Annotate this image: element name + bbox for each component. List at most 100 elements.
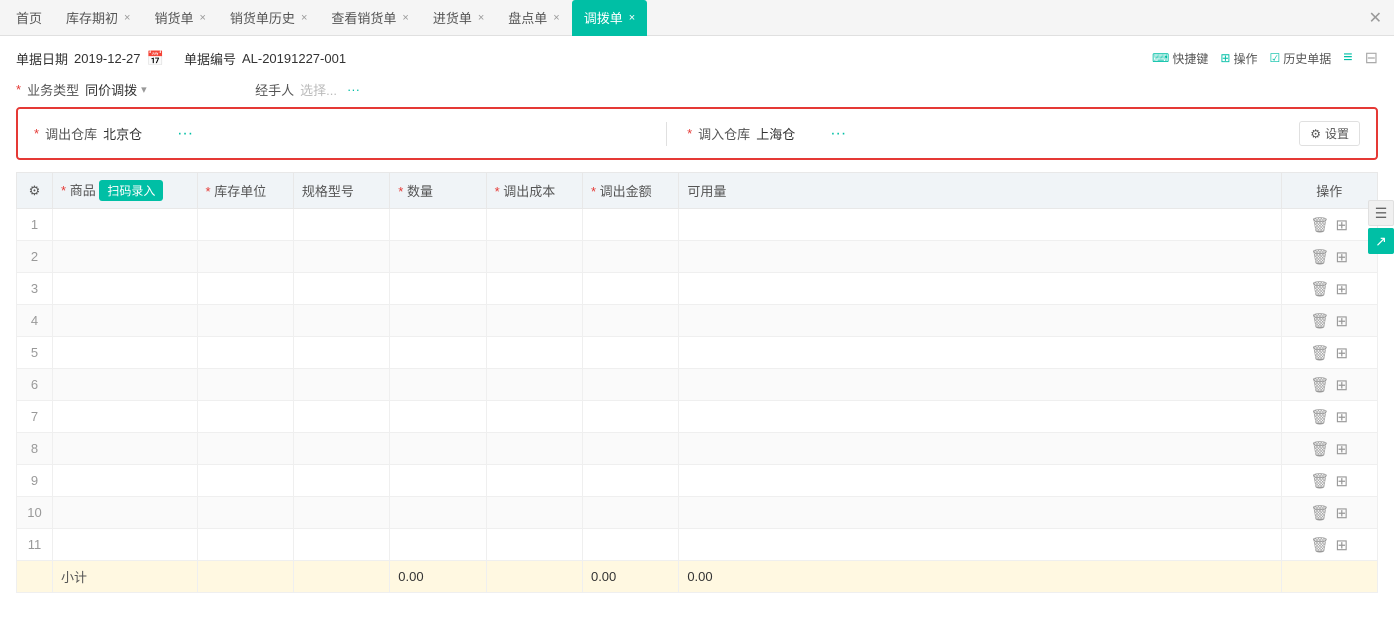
amount-cell[interactable]: [582, 529, 678, 561]
cost-cell[interactable]: [486, 241, 582, 273]
delete-icon[interactable]: 🗑: [1310, 504, 1329, 522]
spec-cell[interactable]: [293, 241, 389, 273]
copy-icon[interactable]: ⊞: [1336, 248, 1349, 266]
copy-icon[interactable]: ⊞: [1336, 472, 1349, 490]
cost-cell[interactable]: [486, 433, 582, 465]
product-cell[interactable]: [53, 465, 198, 497]
qty-cell[interactable]: [390, 337, 486, 369]
qty-cell[interactable]: [390, 209, 486, 241]
history-button[interactable]: ☑ 历史单据: [1269, 50, 1331, 67]
qty-cell[interactable]: [390, 401, 486, 433]
product-cell[interactable]: [53, 273, 198, 305]
available-cell[interactable]: [679, 369, 1281, 401]
product-cell[interactable]: [53, 305, 198, 337]
copy-icon[interactable]: ⊞: [1336, 536, 1349, 554]
spec-cell[interactable]: [293, 305, 389, 337]
unit-cell[interactable]: [197, 465, 293, 497]
close-icon[interactable]: ×: [478, 12, 484, 24]
delete-icon[interactable]: 🗑: [1310, 248, 1329, 266]
copy-icon[interactable]: ⊞: [1336, 440, 1349, 458]
amount-cell[interactable]: [582, 497, 678, 529]
copy-icon[interactable]: ⊞: [1336, 280, 1349, 298]
product-cell[interactable]: [53, 241, 198, 273]
cost-cell[interactable]: [486, 337, 582, 369]
window-close-button[interactable]: ✕: [1361, 8, 1390, 28]
tab-inventory-init[interactable]: 库存期初 ×: [54, 0, 142, 36]
spec-cell[interactable]: [293, 401, 389, 433]
person-placeholder[interactable]: 选择...: [300, 80, 337, 99]
tab-inventory-check[interactable]: 盘点单 ×: [496, 0, 571, 36]
operation-button[interactable]: ⊞ 操作: [1220, 50, 1257, 67]
unit-cell[interactable]: [197, 497, 293, 529]
tab-sales-history[interactable]: 销货单历史 ×: [218, 0, 319, 36]
scan-button[interactable]: 扫码录入: [99, 180, 163, 201]
spec-cell[interactable]: [293, 337, 389, 369]
cost-cell[interactable]: [486, 529, 582, 561]
product-cell[interactable]: [53, 209, 198, 241]
person-dots-icon[interactable]: ···: [347, 82, 360, 97]
unit-cell[interactable]: [197, 529, 293, 561]
unit-cell[interactable]: [197, 337, 293, 369]
biz-type-select[interactable]: 同价调拨 ▾: [85, 80, 185, 99]
delete-icon[interactable]: 🗑: [1310, 536, 1329, 554]
available-cell[interactable]: [679, 433, 1281, 465]
layout-toggle-button[interactable]: ≡: [1343, 49, 1352, 67]
amount-cell[interactable]: [582, 433, 678, 465]
amount-cell[interactable]: [582, 465, 678, 497]
right-panel-expand-button[interactable]: ↗: [1368, 228, 1394, 254]
amount-cell[interactable]: [582, 305, 678, 337]
copy-icon[interactable]: ⊞: [1336, 408, 1349, 426]
tab-transfer-order[interactable]: 调拨单 ×: [572, 0, 647, 36]
cost-cell[interactable]: [486, 465, 582, 497]
product-cell[interactable]: [53, 369, 198, 401]
close-icon[interactable]: ×: [301, 12, 307, 24]
shortcut-key-button[interactable]: ⌨ 快捷键: [1152, 50, 1208, 67]
unit-cell[interactable]: [197, 305, 293, 337]
tab-sales-order[interactable]: 销货单 ×: [142, 0, 217, 36]
amount-cell[interactable]: [582, 337, 678, 369]
amount-cell[interactable]: [582, 209, 678, 241]
available-cell[interactable]: [679, 465, 1281, 497]
tab-purchase-order[interactable]: 进货单 ×: [421, 0, 496, 36]
product-cell[interactable]: [53, 433, 198, 465]
close-icon[interactable]: ×: [553, 12, 559, 24]
delete-icon[interactable]: 🗑: [1310, 376, 1329, 394]
unit-cell[interactable]: [197, 401, 293, 433]
amount-cell[interactable]: [582, 401, 678, 433]
copy-icon[interactable]: ⊞: [1336, 344, 1349, 362]
col-gear[interactable]: ⚙: [17, 173, 53, 209]
close-icon[interactable]: ×: [199, 12, 205, 24]
unit-cell[interactable]: [197, 433, 293, 465]
amount-cell[interactable]: [582, 273, 678, 305]
available-cell[interactable]: [679, 241, 1281, 273]
target-warehouse-dots-icon[interactable]: ···: [830, 125, 846, 143]
delete-icon[interactable]: 🗑: [1310, 472, 1329, 490]
spec-cell[interactable]: [293, 433, 389, 465]
cost-cell[interactable]: [486, 369, 582, 401]
settings-button[interactable]: ⚙ 设置: [1299, 121, 1360, 146]
cost-cell[interactable]: [486, 209, 582, 241]
close-icon[interactable]: ×: [629, 12, 635, 24]
spec-cell[interactable]: [293, 369, 389, 401]
qty-cell[interactable]: [390, 529, 486, 561]
copy-icon[interactable]: ⊞: [1336, 216, 1349, 234]
available-cell[interactable]: [679, 529, 1281, 561]
available-cell[interactable]: [679, 337, 1281, 369]
available-cell[interactable]: [679, 305, 1281, 337]
delete-icon[interactable]: 🗑: [1310, 440, 1329, 458]
copy-icon[interactable]: ⊞: [1336, 504, 1349, 522]
tab-home[interactable]: 首页: [4, 0, 54, 36]
available-cell[interactable]: [679, 401, 1281, 433]
unit-cell[interactable]: [197, 241, 293, 273]
qty-cell[interactable]: [390, 273, 486, 305]
product-cell[interactable]: [53, 337, 198, 369]
cost-cell[interactable]: [486, 497, 582, 529]
delete-icon[interactable]: 🗑: [1310, 312, 1329, 330]
unit-cell[interactable]: [197, 369, 293, 401]
qty-cell[interactable]: [390, 433, 486, 465]
spec-cell[interactable]: [293, 465, 389, 497]
delete-icon[interactable]: 🗑: [1310, 280, 1329, 298]
spec-cell[interactable]: [293, 273, 389, 305]
calendar-icon[interactable]: 📅: [147, 50, 164, 67]
qty-cell[interactable]: [390, 305, 486, 337]
